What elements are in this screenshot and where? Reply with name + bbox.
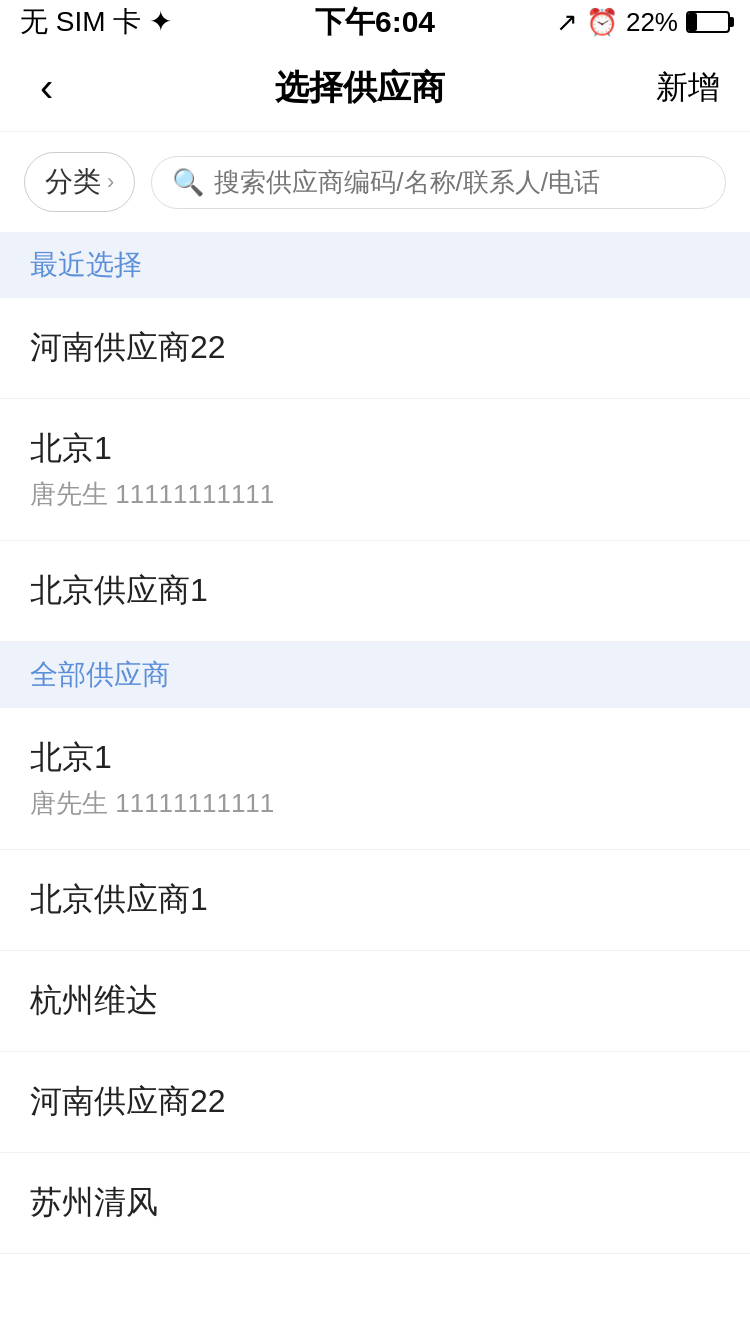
item-sub: 唐先生 11111111111: [30, 786, 720, 821]
location-icon: ↗: [556, 7, 578, 38]
search-wrapper: 🔍: [151, 156, 726, 209]
item-name: 北京1: [30, 736, 720, 780]
item-name: 北京供应商1: [30, 878, 720, 922]
recent-section-title: 最近选择: [30, 249, 142, 280]
back-button[interactable]: ‹: [30, 55, 63, 120]
status-carrier: 无 SIM 卡 ✦: [20, 3, 172, 41]
list-item[interactable]: 北京供应商1: [0, 541, 750, 642]
status-bar: 无 SIM 卡 ✦ 下午6:04 ↗ ⏰ 22%: [0, 0, 750, 44]
status-icons: ↗ ⏰ 22%: [556, 7, 730, 38]
category-label: 分类: [45, 163, 101, 201]
item-name: 杭州维达: [30, 979, 720, 1023]
all-section-title: 全部供应商: [30, 659, 170, 690]
list-item[interactable]: 河南供应商22: [0, 1052, 750, 1153]
status-time: 下午6:04: [315, 2, 435, 43]
list-item[interactable]: 北京供应商1: [0, 850, 750, 951]
nav-bar: ‹ 选择供应商 新增: [0, 44, 750, 132]
list-item[interactable]: 北京1 唐先生 11111111111: [0, 708, 750, 850]
list-item[interactable]: 河南供应商22: [0, 298, 750, 399]
item-name: 河南供应商22: [30, 326, 720, 370]
chevron-right-icon: ›: [107, 169, 114, 195]
recent-list: 河南供应商22 北京1 唐先生 11111111111 北京供应商1: [0, 298, 750, 642]
item-name: 苏州清风: [30, 1181, 720, 1225]
battery-icon: [686, 11, 730, 33]
item-name: 北京1: [30, 427, 720, 471]
battery-percent: 22%: [626, 7, 678, 38]
alarm-icon: ⏰: [586, 7, 618, 38]
all-section-header: 全部供应商: [0, 642, 750, 708]
list-item[interactable]: 杭州维达: [0, 951, 750, 1052]
item-sub: 唐先生 11111111111: [30, 477, 720, 512]
page-title: 选择供应商: [275, 65, 445, 111]
add-button[interactable]: 新增: [656, 66, 720, 110]
all-list: 北京1 唐先生 11111111111 北京供应商1 杭州维达 河南供应商22 …: [0, 708, 750, 1254]
recent-section-header: 最近选择: [0, 232, 750, 298]
item-name: 河南供应商22: [30, 1080, 720, 1124]
search-bar: 分类 › 🔍: [0, 132, 750, 232]
search-input[interactable]: [214, 167, 705, 198]
category-button[interactable]: 分类 ›: [24, 152, 135, 212]
search-icon: 🔍: [172, 167, 204, 198]
list-item[interactable]: 北京1 唐先生 11111111111: [0, 399, 750, 541]
item-name: 北京供应商1: [30, 569, 720, 613]
list-item[interactable]: 苏州清风: [0, 1153, 750, 1254]
